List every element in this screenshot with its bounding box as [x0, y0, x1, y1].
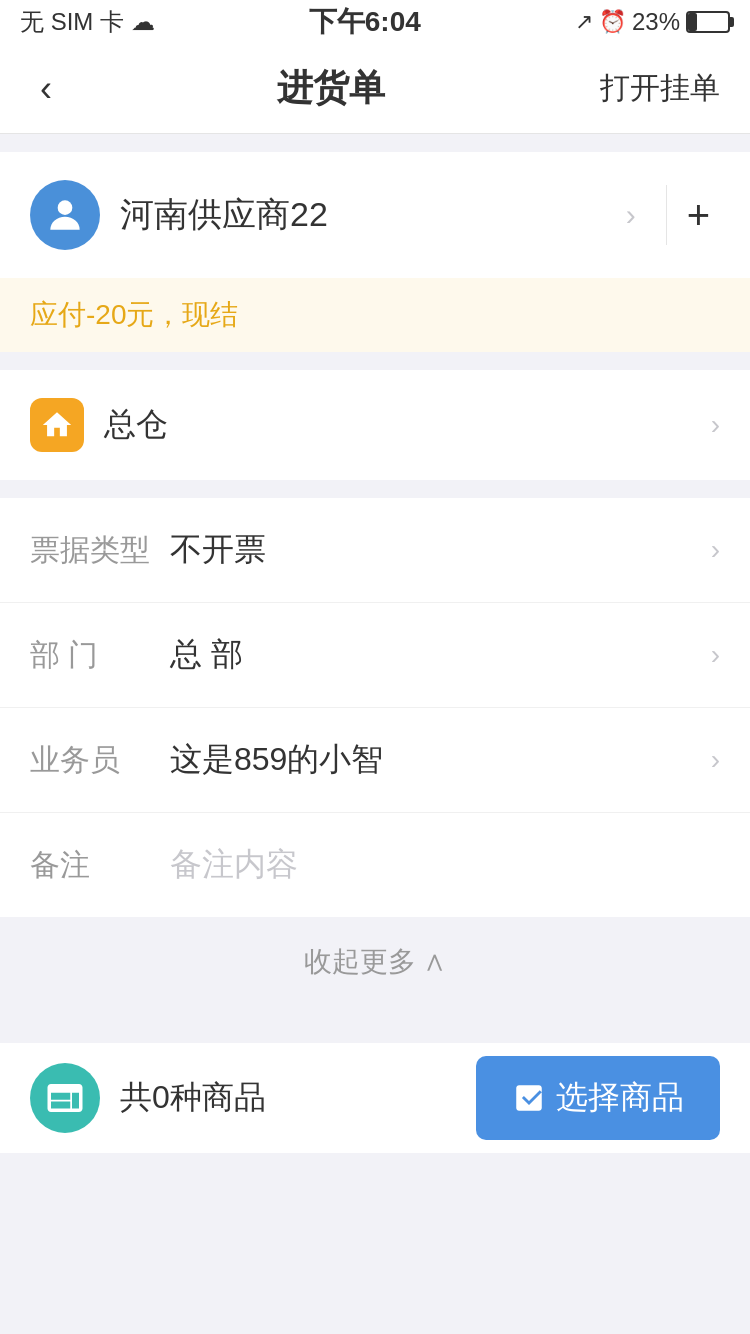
divider	[666, 185, 667, 245]
salesperson-value: 这是859的小智	[170, 738, 711, 782]
supplier-row[interactable]: 河南供应商22 › +	[0, 152, 750, 278]
invoice-type-row[interactable]: 票据类型 不开票 ›	[0, 498, 750, 603]
nav-bar: ‹ 进货单 打开挂单	[0, 44, 750, 134]
collapse-row[interactable]: 收起更多 ∧	[0, 917, 750, 1007]
back-button[interactable]: ‹	[30, 58, 62, 120]
invoice-type-value: 不开票	[170, 528, 711, 572]
page-title: 进货单	[277, 64, 385, 113]
bottom-section: 共0种商品 选择商品	[0, 1043, 750, 1153]
section-gap-4	[0, 1007, 750, 1025]
status-time: 下午6:04	[309, 3, 421, 41]
supplier-chevron-icon: ›	[626, 198, 636, 232]
department-value: 总 部	[170, 633, 711, 677]
select-product-label: 选择商品	[556, 1076, 684, 1120]
invoice-type-label: 票据类型	[30, 530, 170, 571]
select-product-icon	[512, 1081, 546, 1115]
section-gap-1	[0, 134, 750, 152]
remark-label: 备注	[30, 845, 170, 886]
status-bar: 无 SIM 卡 ☁ 下午6:04 ↗ ⏰ 23%	[0, 0, 750, 44]
location-icon: ↗	[575, 9, 593, 35]
supplier-name: 河南供应商22	[120, 192, 626, 238]
avatar	[30, 180, 100, 250]
department-chevron-icon: ›	[711, 639, 720, 671]
product-icon	[30, 1063, 100, 1133]
status-right: ↗ ⏰ 23%	[575, 8, 730, 36]
add-button[interactable]: +	[677, 189, 720, 242]
no-sim-label: 无 SIM 卡 ☁	[20, 6, 155, 38]
alarm-icon: ⏰	[599, 9, 626, 35]
battery-percent: 23%	[632, 8, 680, 36]
svg-point-0	[58, 200, 73, 215]
select-product-button[interactable]: 选择商品	[476, 1056, 720, 1140]
invoice-type-chevron-icon: ›	[711, 534, 720, 566]
avatar-icon	[30, 180, 100, 250]
product-count: 共0种商品	[120, 1076, 476, 1120]
warehouse-chevron-icon: ›	[711, 409, 720, 441]
fields-section: 票据类型 不开票 › 部 门 总 部 › 业务员 这是859的小智 › 备注 备…	[0, 498, 750, 917]
open-hang-button[interactable]: 打开挂单	[600, 68, 720, 109]
salesperson-row[interactable]: 业务员 这是859的小智 ›	[0, 708, 750, 813]
section-gap-3	[0, 480, 750, 498]
warehouse-icon	[30, 398, 84, 452]
status-left: 无 SIM 卡 ☁	[20, 6, 155, 38]
supplier-section: 河南供应商22 › + 应付-20元，现结	[0, 152, 750, 352]
warehouse-name: 总仓	[104, 403, 711, 447]
salesperson-label: 业务员	[30, 740, 170, 781]
battery-icon	[686, 11, 730, 33]
notice-bar: 应付-20元，现结	[0, 278, 750, 352]
department-row[interactable]: 部 门 总 部 ›	[0, 603, 750, 708]
salesperson-chevron-icon: ›	[711, 744, 720, 776]
department-label: 部 门	[30, 635, 170, 676]
warehouse-section: 总仓 ›	[0, 370, 750, 480]
warehouse-row[interactable]: 总仓 ›	[0, 370, 750, 480]
section-gap-2	[0, 352, 750, 370]
remark-input[interactable]: 备注内容	[170, 843, 720, 887]
remark-row[interactable]: 备注 备注内容	[0, 813, 750, 917]
